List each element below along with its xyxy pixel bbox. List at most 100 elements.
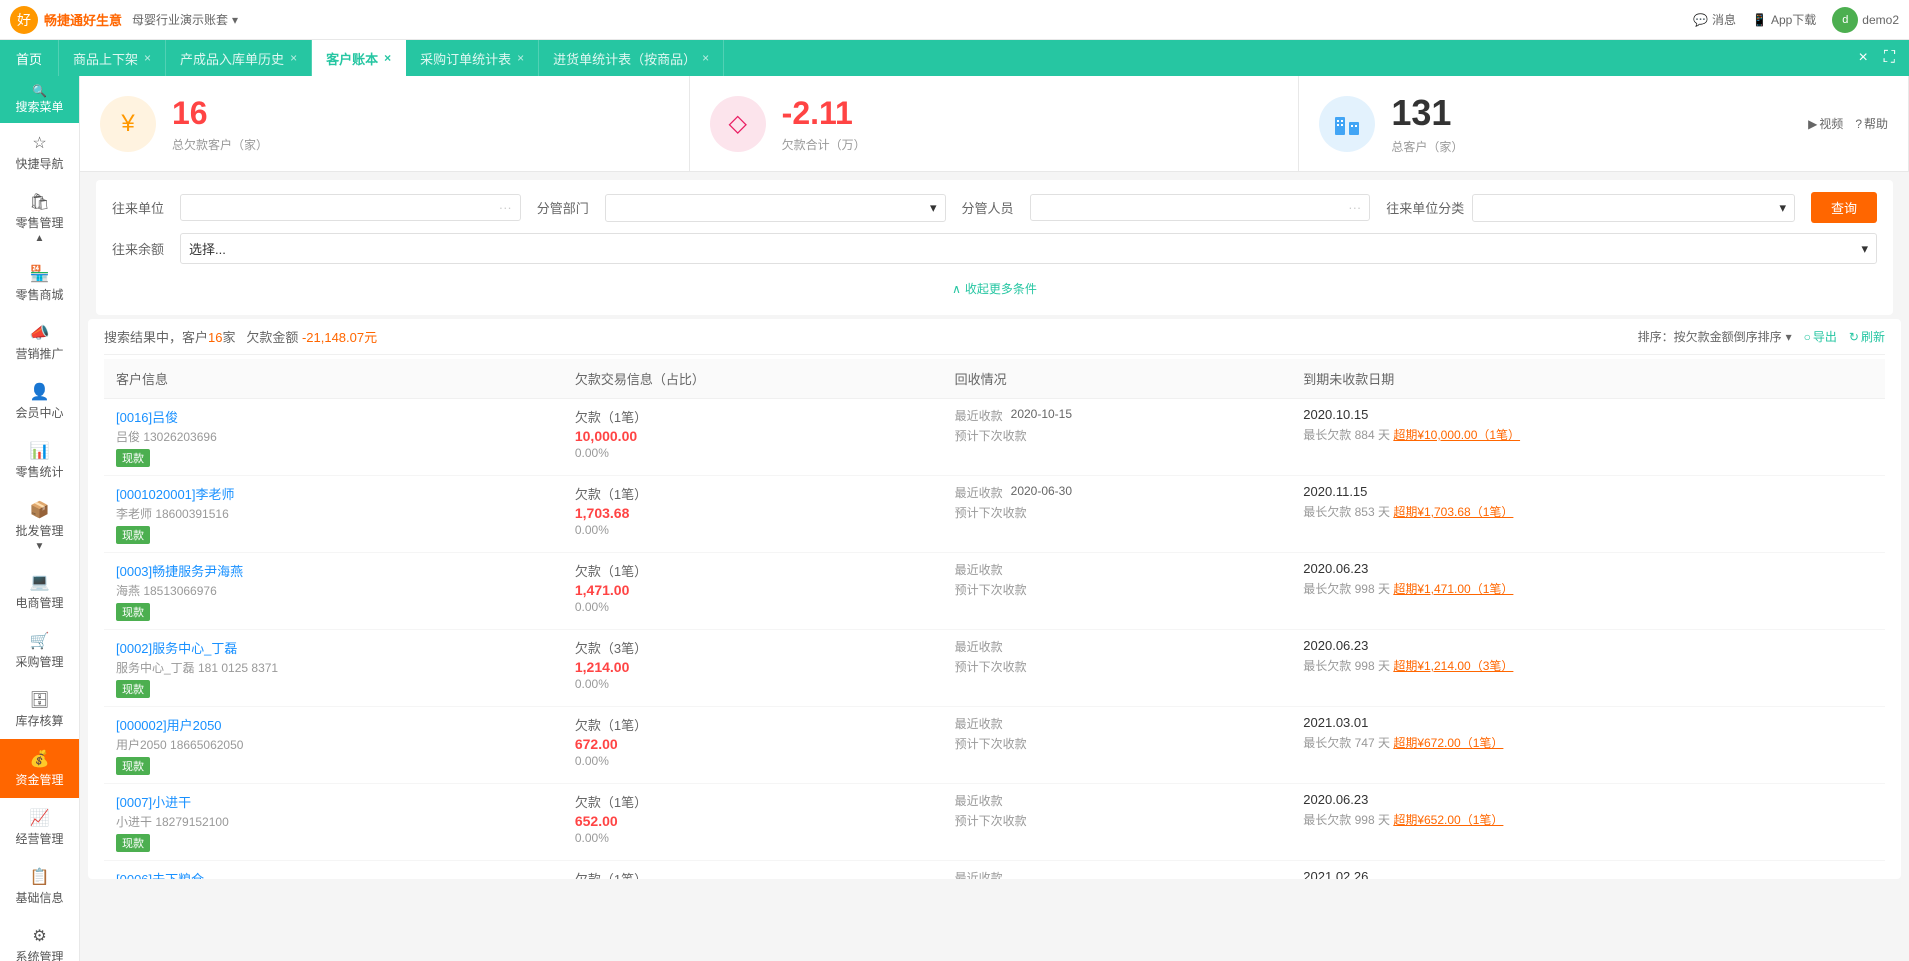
debt-amount[interactable]: 1,214.00 [575,659,931,675]
overdue-link[interactable]: 超期¥652.00（1笔） [1393,813,1503,827]
results-table-area: 搜索结果中，客户16家 欠款金额 -21,148.07元 排序：按欠款金额倒序排… [88,319,1901,879]
company-selector[interactable]: 母婴行业演示账套 ▾ [132,11,238,28]
customer-code[interactable]: [0001020001]李老师 [116,484,551,503]
debt-amount[interactable]: 1,703.68 [575,505,931,521]
tab-production-history[interactable]: 产成品入库单历史 × [166,40,312,76]
tab-close-all-button[interactable]: × [1852,47,1873,69]
close-icon[interactable]: × [290,51,297,65]
sidebar-search-label: 搜索菜单 [8,98,71,115]
overdue-link[interactable]: 超期¥1,471.00（1笔） [1393,582,1513,596]
collapse-row[interactable]: ∧ 收起更多条件 [112,274,1877,303]
tab-expand-button[interactable]: ⛶ [1878,47,1901,69]
search-button[interactable]: 查询 [1811,192,1877,223]
balance-select[interactable]: 选择... ▾ [180,233,1877,264]
repayment-cell: 最近收款 预计下次收款 [943,553,1292,630]
overdue-days: 最长欠款 998 天 [1303,582,1393,596]
sidebar-item-batch-mgmt[interactable]: 📦 批发管理 ▼ [0,490,79,562]
video-action-btn[interactable]: ▶ 视频 [1808,115,1843,132]
overdue-link[interactable]: 超期¥1,214.00（3笔） [1393,659,1513,673]
refresh-button[interactable]: ↻ 刷新 [1849,328,1885,345]
close-icon[interactable]: × [702,51,709,65]
overdue-days: 最长欠款 998 天 [1303,659,1393,673]
retail-icon: 🛍 [29,192,49,212]
help-action-btn[interactable]: ? 帮助 [1855,115,1888,132]
customer-code[interactable]: [0016]吕俊 [116,407,551,426]
sidebar-item-basic-info[interactable]: 📋 基础信息 [0,857,79,916]
ops-icon: 📈 [30,808,50,828]
expand-icon: ▼ [35,541,45,552]
overdue-link[interactable]: 超期¥672.00（1笔） [1393,736,1503,750]
last-payment-label: 最近收款 [955,561,1003,578]
message-action[interactable]: 💬 消息 [1693,11,1736,28]
tab-inventory-stats[interactable]: 进货单统计表（按商品） × [539,40,724,76]
sidebar-item-retail-mall[interactable]: 🏪 零售商城 [0,254,79,313]
stats-row: ¥ 16 总欠款客户（家） ◇ -2.11 欠款合计（万） [80,76,1909,172]
sidebar-item-quick-nav[interactable]: ☆ 快捷导航 [0,123,79,182]
debt-percent: 0.00% [575,677,931,691]
sort-select[interactable]: 排序：按欠款金额倒序排序 ▾ [1638,328,1792,345]
debt-amount[interactable]: 672.00 [575,736,931,752]
overdue-detail: 最长欠款 747 天 超期¥672.00（1笔） [1303,734,1873,751]
unit-category-select[interactable]: ▾ [1472,194,1795,222]
customer-code[interactable]: [0006]去下粮仓 [116,869,551,879]
customer-code[interactable]: [000002]用户2050 [116,715,551,734]
dept-select[interactable]: ▾ [605,194,946,222]
repayment-info: 最近收款 预计下次收款 [955,561,1280,598]
tab-product-listing[interactable]: 商品上下架 × [59,40,166,76]
user-profile[interactable]: d demo2 [1832,7,1899,33]
close-icon[interactable]: × [384,51,391,65]
sidebar-item-inventory[interactable]: 🗄 库存核算 [0,680,79,739]
customer-info: [0016]吕俊 吕俊 13026203696 现款 [116,407,551,467]
sidebar-item-marketing[interactable]: 📣 营销推广 [0,313,79,372]
close-icon[interactable]: × [517,51,524,65]
info-icon: 📋 [30,867,50,887]
tab-purchase-stats[interactable]: 采购订单统计表 × [406,40,539,76]
customer-info-cell: [0002]服务中心_丁磊 服务中心_丁磊 181 0125 8371 现款 [104,630,563,707]
sidebar-item-member-center[interactable]: 👤 会员中心 [0,372,79,431]
debt-amount[interactable]: 1,471.00 [575,582,931,598]
debt-customers-content: 16 总欠款客户（家） [172,95,268,153]
overdue-link[interactable]: 超期¥1,703.68（1笔） [1393,505,1513,519]
last-payment-label: 最近收款 [955,484,1003,501]
debt-amount[interactable]: 10,000.00 [575,428,931,444]
sidebar-item-capital-mgmt[interactable]: 💰 资金管理 [0,739,79,798]
star-icon: ☆ [32,133,46,153]
customer-tag: 现款 [116,757,150,775]
due-date: 2020.06.23 [1303,638,1873,653]
results-actions: 排序：按欠款金额倒序排序 ▾ ○ 导出 ↻ 刷新 [1638,328,1885,345]
sidebar-item-ecom-mgmt[interactable]: 💻 电商管理 [0,562,79,621]
customer-tag: 现款 [116,603,150,621]
customer-tag: 现款 [116,680,150,698]
debt-amount[interactable]: 652.00 [575,813,931,829]
next-payment-label: 预计下次收款 [955,735,1027,752]
export-button[interactable]: ○ 导出 [1804,328,1837,345]
tab-customer-account[interactable]: 客户账本 × [312,40,406,76]
sidebar-item-sys-mgmt[interactable]: ⚙ 系统管理 [0,916,79,961]
customer-code[interactable]: [0002]服务中心_丁磊 [116,638,551,657]
unit-category-label: 往来单位分类 [1386,198,1464,217]
table-row: [0006]去下粮仓 陈小希 现款 欠款（1笔） 455.90 0.00% 最近… [104,861,1885,880]
tab-customer-account-label: 客户账本 [326,49,378,68]
col-customer-info: 客户信息 [104,359,563,399]
customer-code[interactable]: [0003]畅捷服务尹海燕 [116,561,551,580]
close-icon[interactable]: × [144,51,151,65]
app-download-action[interactable]: 📱 App下载 [1752,11,1816,28]
customer-code[interactable]: [0007]小进干 [116,792,551,811]
overdue-days: 最长欠款 747 天 [1303,736,1393,750]
chevron-up-icon: ∧ [952,282,961,296]
sidebar-search[interactable]: 🔍 搜索菜单 [0,76,79,123]
from-unit-input[interactable]: ··· [180,194,521,221]
video-icon: ▶ [1808,117,1817,131]
customer-info-cell: [0001020001]李老师 李老师 18600391516 现款 [104,476,563,553]
sidebar-item-ops-mgmt[interactable]: 📈 经营管理 [0,798,79,857]
total-customers-content: 131 总客户（家） [1391,92,1463,155]
tab-home[interactable]: 首页 [0,40,59,76]
col-overdue: 到期未收款日期 [1291,359,1885,399]
debt-info-cell: 欠款（3笔） 1,214.00 0.00% [563,630,943,707]
person-input[interactable]: ··· [1030,194,1371,221]
sidebar-item-retail-mgmt[interactable]: 🛍 零售管理 ▲ [0,182,79,254]
overdue-link[interactable]: 超期¥10,000.00（1笔） [1393,428,1520,442]
building-icon [1332,109,1362,139]
sidebar-item-purchase-mgmt[interactable]: 🛒 采购管理 [0,621,79,680]
sidebar-item-retail-stats[interactable]: 📊 零售统计 [0,431,79,490]
